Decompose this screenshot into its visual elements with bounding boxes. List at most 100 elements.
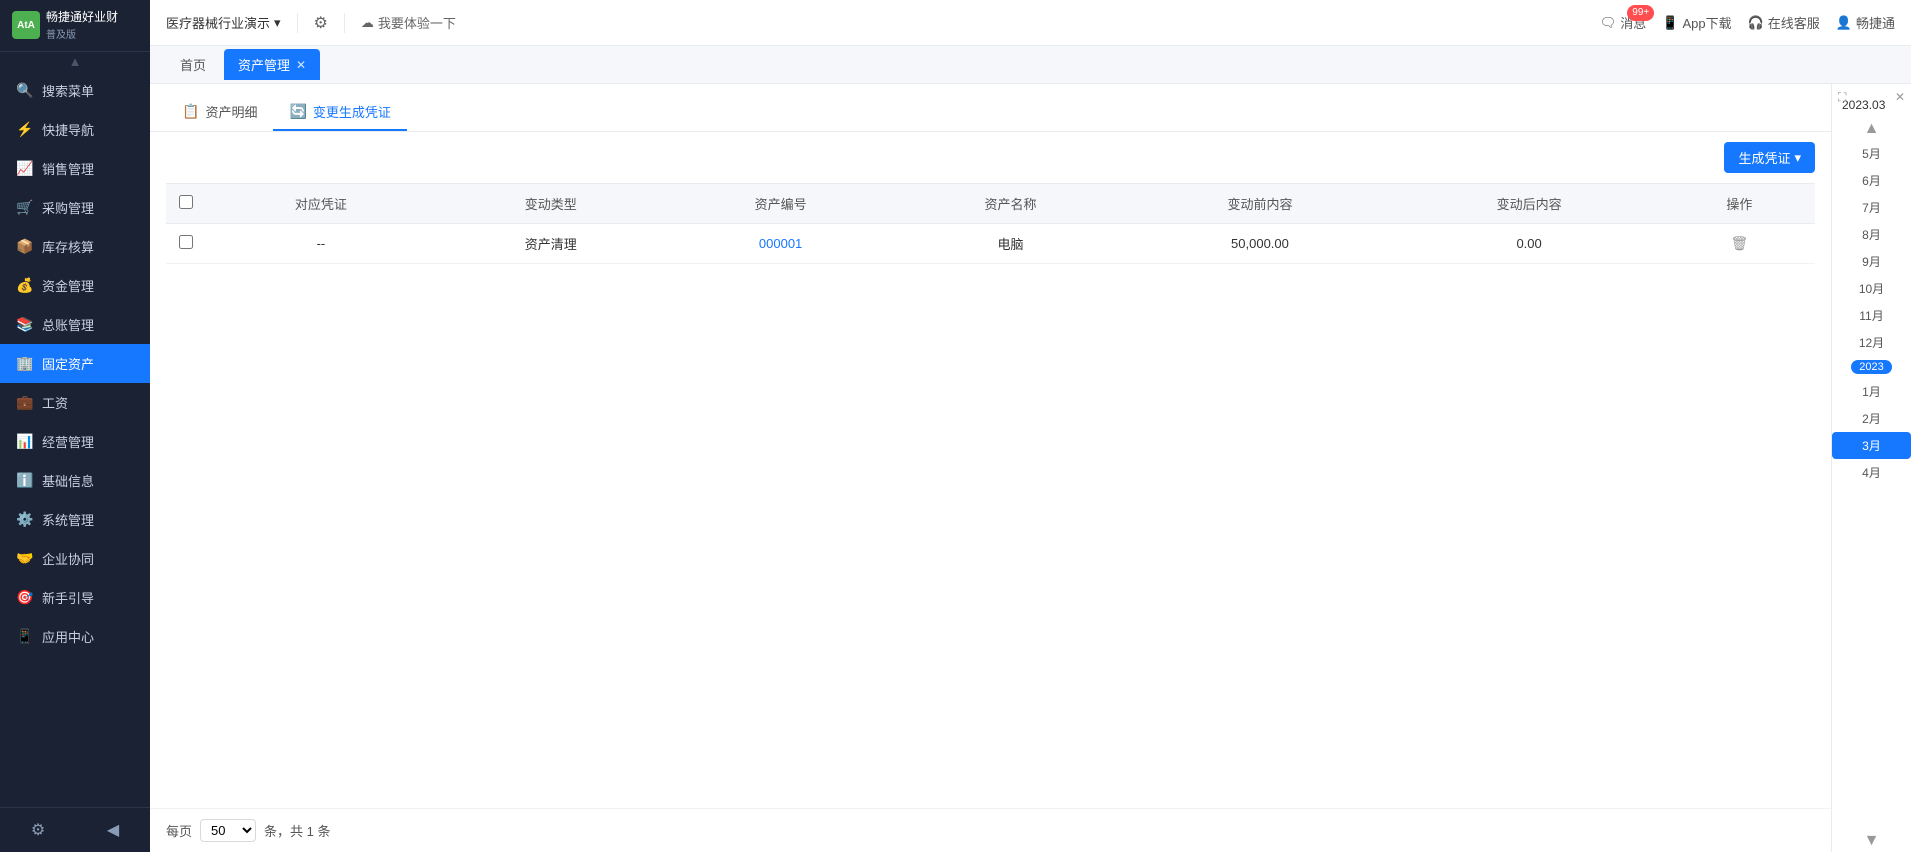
sidebar-item-system[interactable]: ⚙️系统管理 bbox=[0, 500, 150, 539]
company-dropdown-icon: ▾ bbox=[274, 15, 281, 31]
sidebar-label-system: 系统管理 bbox=[42, 510, 94, 529]
subtab-detail-icon: 📋 bbox=[182, 103, 199, 120]
sidebar-settings-btn[interactable]: ⚙ bbox=[23, 816, 53, 844]
app-download-label: App下载 bbox=[1682, 13, 1731, 32]
row-voucher-0: -- bbox=[206, 224, 436, 264]
sidebar-item-sales[interactable]: 📈销售管理 bbox=[0, 149, 150, 188]
tab-home[interactable]: 首页 bbox=[166, 49, 220, 80]
sidebar-item-quick-nav[interactable]: ⚡ 快捷导航 bbox=[0, 110, 150, 149]
calendar-nav-down: ▼ bbox=[1832, 830, 1911, 852]
sidebar-icon-ledger: 📚 bbox=[16, 316, 34, 333]
user-icon: 👤 bbox=[1836, 15, 1852, 31]
row-delete-btn-0[interactable]: 🗑 bbox=[1730, 235, 1748, 251]
sidebar-icon-search: 🔍 bbox=[16, 82, 34, 99]
sidebar-collapse-btn[interactable]: ◀ bbox=[99, 816, 127, 844]
subtab-change-label: 变更生成凭证 bbox=[313, 102, 391, 121]
th-after: 变动后内容 bbox=[1395, 184, 1664, 224]
company-selector[interactable]: 医疗器械行业演示 ▾ bbox=[166, 13, 281, 32]
subtab-detail[interactable]: 📋 资产明细 bbox=[166, 94, 273, 131]
customer-service-btn[interactable]: 🎧 在线客服 bbox=[1748, 13, 1820, 32]
data-table-container: 对应凭证 变动类型 资产编号 资产名称 变动前内容 变动后内容 操作 -- bbox=[150, 183, 1831, 808]
sidebar-item-search[interactable]: 🔍 搜索菜单 bbox=[0, 71, 150, 110]
sidebar-label-inventory: 库存核算 bbox=[42, 237, 94, 256]
sidebar-icon-salary: 💼 bbox=[16, 394, 34, 411]
sidebar-item-finance[interactable]: 💰资金管理 bbox=[0, 266, 150, 305]
sidebar-icon-quick-nav: ⚡ bbox=[16, 121, 34, 138]
main-content: 医疗器械行业演示 ▾ ⚙ ☁ 我要体验一下 🗨 消息 99+ 📱 App下载 🎧… bbox=[150, 0, 1911, 852]
sidebar-item-inventory[interactable]: 📦 库存核算 bbox=[0, 227, 150, 266]
notifications-badge: 99+ bbox=[1627, 5, 1654, 21]
sidebar-label-app-center: 应用中心 bbox=[42, 627, 94, 646]
sidebar-label-search: 搜索菜单 bbox=[42, 81, 94, 100]
sidebar-item-operations[interactable]: 📊 经营管理 bbox=[0, 422, 150, 461]
sidebar-item-ledger[interactable]: 📚 总账管理 bbox=[0, 305, 150, 344]
notifications-btn[interactable]: 🗨 消息 99+ bbox=[1600, 13, 1647, 32]
subtabs: 📋 资产明细 🔄 变更生成凭证 bbox=[150, 84, 1831, 132]
experience-btn[interactable]: ☁ 我要体验一下 bbox=[361, 13, 456, 32]
sidebar: AtA 畅捷通好业财 普及版 ▲ 🔍 搜索菜单 ⚡ 快捷导航 📈销售管理🛒采购管理 📦 库存… bbox=[0, 0, 150, 852]
sidebar-item-salary[interactable]: 💼工资 bbox=[0, 383, 150, 422]
experience-icon: ☁ bbox=[361, 15, 374, 31]
cal-month-item[interactable]: 10月 bbox=[1832, 275, 1911, 302]
sidebar-icon-inventory: 📦 bbox=[16, 238, 34, 255]
sidebar-icon-fixed-assets: 🏢 bbox=[16, 355, 34, 372]
row-asset-no-0: 000001 bbox=[666, 224, 896, 264]
tab-asset[interactable]: 资产管理 ✕ bbox=[224, 49, 320, 80]
row-checkbox-cell-0 bbox=[166, 224, 206, 264]
topbar-divider-1 bbox=[297, 13, 298, 33]
calendar-expand-btn[interactable]: ⛶ bbox=[1838, 90, 1846, 105]
topbar-right: 🗨 消息 99+ 📱 App下载 🎧 在线客服 👤 畅捷通 bbox=[1600, 13, 1895, 32]
sidebar-item-enterprise[interactable]: 🤝企业协同 bbox=[0, 539, 150, 578]
sidebar-scroll-up[interactable]: ▲ bbox=[0, 52, 150, 71]
calendar-scroll-up[interactable]: ▲ bbox=[1862, 118, 1882, 140]
sidebar-item-newbie[interactable]: 🎯新手引导 bbox=[0, 578, 150, 617]
sidebar-label-operations: 经营管理 bbox=[42, 432, 94, 451]
cal-month-item[interactable]: 8月 bbox=[1832, 221, 1911, 248]
calendar-scroll-down[interactable]: ▼ bbox=[1862, 830, 1882, 852]
sidebar-label-enterprise: 企业协同 bbox=[42, 549, 94, 568]
sidebar-bottom: ⚙ ◀ bbox=[0, 807, 150, 852]
sidebar-label-quick-nav: 快捷导航 bbox=[42, 120, 94, 139]
customer-service-icon: 🎧 bbox=[1748, 15, 1764, 31]
generate-voucher-label: 生成凭证 bbox=[1738, 148, 1790, 167]
sidebar-label-ledger: 总账管理 bbox=[42, 315, 94, 334]
cal-month-item-2023[interactable]: 2月 bbox=[1832, 405, 1911, 432]
total-label: 条，共 1 条 bbox=[264, 821, 330, 840]
row-checkbox-0[interactable] bbox=[179, 235, 193, 249]
cal-month-item-2023[interactable]: 4月 bbox=[1832, 459, 1911, 486]
cal-month-item[interactable]: 9月 bbox=[1832, 248, 1911, 275]
sidebar-icon-basic-info: ℹ️ bbox=[16, 472, 34, 489]
cal-month-item-2023[interactable]: 3月 bbox=[1832, 432, 1911, 459]
tab-asset-close[interactable]: ✕ bbox=[296, 58, 306, 72]
sidebar-item-fixed-assets[interactable]: 🏢固定资产 bbox=[0, 344, 150, 383]
customer-service-label: 在线客服 bbox=[1768, 13, 1820, 32]
th-voucher: 对应凭证 bbox=[206, 184, 436, 224]
cal-month-item[interactable]: 6月 bbox=[1832, 167, 1911, 194]
cal-month-item[interactable]: 11月 bbox=[1832, 302, 1911, 329]
per-page-select[interactable]: 10 20 50 100 bbox=[200, 819, 256, 842]
table-toolbar: 生成凭证 ▾ bbox=[150, 132, 1831, 183]
sidebar-item-app-center[interactable]: 📱应用中心 bbox=[0, 617, 150, 656]
calendar-close-btn[interactable]: ✕ bbox=[1895, 90, 1905, 104]
notifications-icon: 🗨 bbox=[1600, 15, 1617, 31]
generate-voucher-btn[interactable]: 生成凭证 ▾ bbox=[1724, 142, 1815, 173]
cal-month-item[interactable]: 5月 bbox=[1832, 140, 1911, 167]
sidebar-item-basic-info[interactable]: ℹ️基础信息 bbox=[0, 461, 150, 500]
cal-month-item-2023[interactable]: 1月 bbox=[1832, 378, 1911, 405]
cal-month-item[interactable]: 12月 bbox=[1832, 329, 1911, 356]
user-btn[interactable]: 👤 畅捷通 bbox=[1836, 13, 1895, 32]
table-header: 对应凭证 变动类型 资产编号 资产名称 变动前内容 变动后内容 操作 bbox=[166, 184, 1815, 224]
cal-month-item[interactable]: 7月 bbox=[1832, 194, 1911, 221]
logo-title: 畅捷通好业财 bbox=[46, 10, 118, 26]
sidebar-icon-operations: 📊 bbox=[16, 433, 34, 450]
cal-year-2023[interactable]: 2023 bbox=[1851, 360, 1891, 374]
settings-icon-btn[interactable]: ⚙ bbox=[314, 13, 328, 33]
app-download-btn[interactable]: 📱 App下载 bbox=[1662, 13, 1731, 32]
sidebar-item-purchase[interactable]: 🛒采购管理 bbox=[0, 188, 150, 227]
select-all-checkbox[interactable] bbox=[179, 195, 193, 209]
row-asset-name-0: 电脑 bbox=[896, 224, 1126, 264]
subtab-change[interactable]: 🔄 变更生成凭证 bbox=[273, 94, 406, 131]
sidebar-logo: AtA 畅捷通好业财 普及版 bbox=[0, 0, 150, 52]
row-change-type-0: 资产清理 bbox=[436, 224, 666, 264]
calendar-panel: ⛶ 2023.03 ✕ ▲ 5月6月7月8月9月10月11月12月20231月2… bbox=[1831, 84, 1911, 852]
